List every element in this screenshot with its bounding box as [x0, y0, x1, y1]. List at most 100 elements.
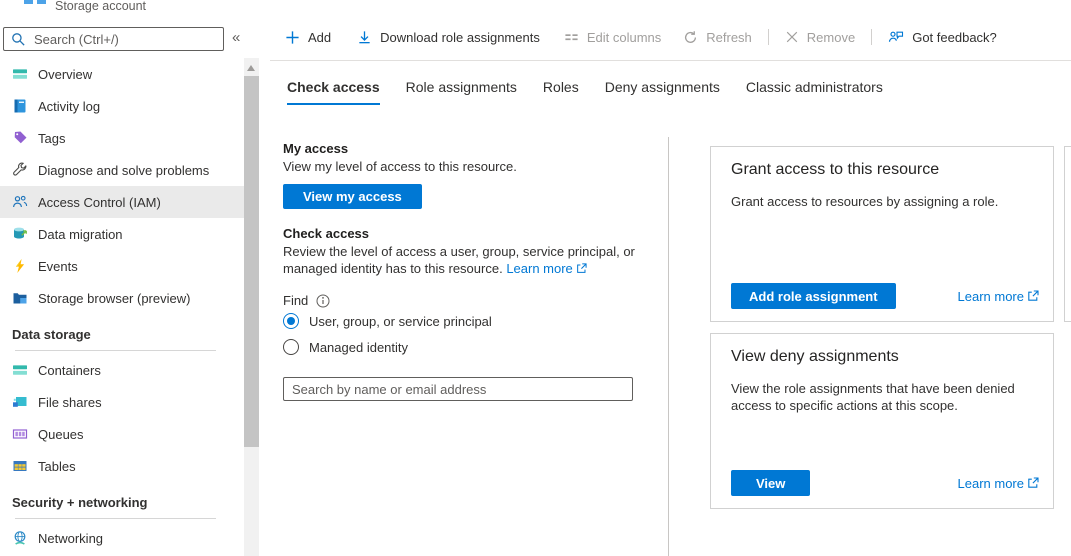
card-title: View deny assignments: [731, 348, 1039, 366]
info-icon[interactable]: [316, 294, 330, 308]
sidebar-item-label: Tables: [38, 459, 76, 474]
toolbar-separator: [871, 29, 872, 45]
sidebar-section-data-storage: Data storage: [0, 323, 244, 345]
access-control-icon: [12, 194, 28, 210]
radio-selected-icon[interactable]: [283, 313, 299, 329]
blade-subtitle: Storage account: [55, 0, 146, 13]
sidebar-item-events[interactable]: Events: [0, 250, 244, 282]
toolbar-separator: [768, 29, 769, 45]
sidebar-item-access-control-iam[interactable]: Access Control (IAM): [0, 186, 244, 218]
command-bar: Add Download role assignments Edit colum…: [285, 15, 997, 59]
view-button[interactable]: View: [731, 470, 810, 496]
sidebar-item-label: File shares: [38, 395, 102, 410]
feedback-icon: [888, 29, 904, 45]
edit-columns-button[interactable]: Edit columns: [564, 30, 661, 45]
collapse-sidebar-button[interactable]: «: [232, 28, 240, 48]
sidebar-item-tables[interactable]: Tables: [0, 450, 244, 482]
sidebar-item-label: Containers: [38, 363, 101, 378]
tables-icon: [12, 458, 28, 474]
lightning-icon: [12, 258, 28, 274]
add-button[interactable]: Add: [285, 30, 331, 45]
tab-role-assignments[interactable]: Role assignments: [406, 79, 517, 105]
divider: [15, 518, 216, 519]
learn-more-link[interactable]: Learn more: [958, 289, 1039, 304]
got-feedback-button[interactable]: Got feedback?: [888, 29, 997, 45]
view-my-access-button[interactable]: View my access: [283, 184, 422, 209]
sidebar-item-label: Data migration: [38, 227, 123, 242]
file-shares-icon: [12, 394, 28, 410]
tag-icon: [12, 130, 28, 146]
containers-icon: [12, 362, 28, 378]
activity-log-icon: [12, 98, 28, 114]
tab-bar: Check access Role assignments Roles Deny…: [287, 79, 883, 105]
divider: [668, 137, 669, 556]
sidebar-item-data-migration[interactable]: Data migration: [0, 218, 244, 250]
radio-label: User, group, or service principal: [309, 314, 492, 329]
globe-icon: [12, 530, 28, 546]
radio-unselected-icon[interactable]: [283, 339, 299, 355]
my-access-description: View my level of access to this resource…: [283, 158, 517, 175]
external-link-icon: [1027, 290, 1039, 302]
sidebar-item-tags[interactable]: Tags: [0, 122, 244, 154]
check-access-title: Check access: [283, 226, 369, 241]
folder-icon: [12, 290, 28, 306]
sidebar-item-diagnose[interactable]: Diagnose and solve problems: [0, 154, 244, 186]
check-access-description: Review the level of access a user, group…: [283, 243, 675, 277]
sidebar-item-label: Storage browser (preview): [38, 291, 190, 306]
tab-classic-administrators[interactable]: Classic administrators: [746, 79, 883, 105]
add-role-assignment-button[interactable]: Add role assignment: [731, 283, 896, 309]
plus-icon: [285, 30, 300, 45]
view-deny-assignments-card: View deny assignments View the role assi…: [710, 333, 1054, 509]
download-icon: [357, 30, 372, 45]
sidebar-item-queues[interactable]: Queues: [0, 418, 244, 450]
sidebar-item-activity-log[interactable]: Activity log: [0, 90, 244, 122]
sidebar-item-label: Queues: [38, 427, 84, 442]
partial-card: [1064, 146, 1071, 322]
sidebar-item-label: Activity log: [38, 99, 100, 114]
tab-deny-assignments[interactable]: Deny assignments: [605, 79, 720, 105]
sidebar-section-security-networking: Security + networking: [0, 491, 244, 513]
sidebar-scrollbar[interactable]: [244, 58, 259, 556]
sidebar-item-file-shares[interactable]: File shares: [0, 386, 244, 418]
external-link-icon: [1027, 477, 1039, 489]
refresh-icon: [683, 30, 698, 45]
storage-account-icon: [24, 0, 48, 5]
remove-button[interactable]: Remove: [785, 30, 855, 45]
divider: [15, 350, 216, 351]
sidebar-item-networking[interactable]: Networking: [0, 522, 244, 554]
sidebar-item-overview[interactable]: Overview: [0, 58, 244, 90]
overview-icon: [12, 66, 28, 82]
check-access-search-input[interactable]: [283, 377, 633, 401]
wrench-icon: [12, 162, 28, 178]
tab-check-access[interactable]: Check access: [287, 79, 380, 105]
radio-managed-identity[interactable]: Managed identity: [283, 339, 408, 355]
radio-label: Managed identity: [309, 340, 408, 355]
search-icon: [11, 32, 26, 47]
sidebar-item-storage-browser[interactable]: Storage browser (preview): [0, 282, 244, 314]
sidebar-nav: Overview Activity log Tags Diagnose and …: [0, 58, 244, 554]
sidebar-item-label: Networking: [38, 531, 103, 546]
radio-user-group-service-principal[interactable]: User, group, or service principal: [283, 313, 492, 329]
sidebar-item-label: Diagnose and solve problems: [38, 163, 209, 178]
sidebar-item-label: Tags: [38, 131, 65, 146]
data-migration-icon: [12, 226, 28, 242]
edit-columns-icon: [564, 30, 579, 45]
queues-icon: [12, 426, 28, 442]
refresh-button[interactable]: Refresh: [683, 30, 752, 45]
sidebar-item-label: Events: [38, 259, 78, 274]
sidebar-item-label: Overview: [38, 67, 92, 82]
find-row: Find: [283, 293, 330, 308]
learn-more-link[interactable]: Learn more: [958, 476, 1039, 491]
tab-roles[interactable]: Roles: [543, 79, 579, 105]
learn-more-link[interactable]: Learn more: [506, 260, 586, 277]
my-access-title: My access: [283, 141, 348, 156]
scrollbar-thumb[interactable]: [244, 76, 259, 447]
grant-access-card: Grant access to this resource Grant acce…: [710, 146, 1054, 322]
sidebar-item-label: Access Control (IAM): [38, 195, 161, 210]
download-role-assignments-button[interactable]: Download role assignments: [357, 30, 540, 45]
scroll-up-icon[interactable]: [247, 65, 255, 71]
card-description: View the role assignments that have been…: [731, 380, 1041, 414]
close-icon: [785, 30, 799, 44]
sidebar-search-input[interactable]: [3, 27, 224, 51]
sidebar-item-containers[interactable]: Containers: [0, 354, 244, 386]
